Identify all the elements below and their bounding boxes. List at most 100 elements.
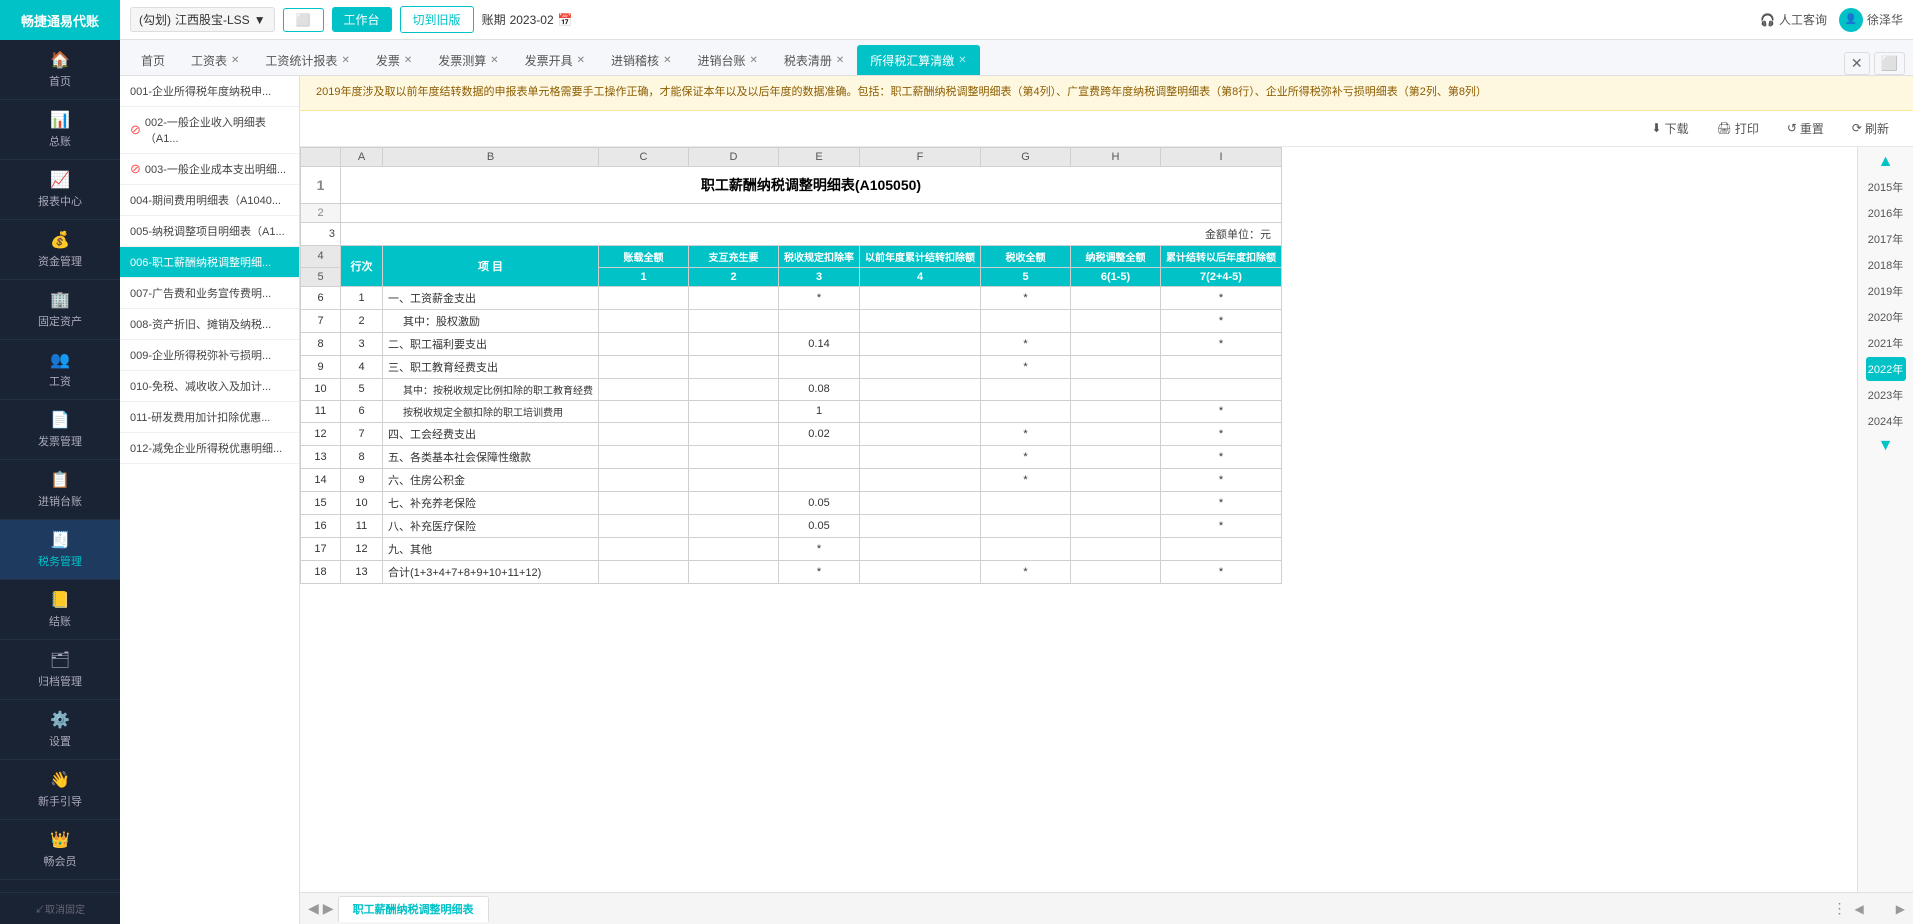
col-i-header-label: 累计结转以后年度扣除额 [1161,245,1282,267]
scroll-right-btn[interactable]: ▶ [323,900,334,917]
vip-icon: 👑 [50,830,70,850]
left-panel-item-003[interactable]: ⊘ 003-一般企业成本支出明细... [120,154,299,185]
left-panel-item-007[interactable]: 007-广告费和业务宣传费明... [120,278,299,309]
sheet-tab-main[interactable]: 职工薪酬纳税调整明细表 [338,896,489,922]
sidebar-item-newbie[interactable]: 👋 新手引导 [0,760,120,820]
left-panel-item-008[interactable]: 008-资产折旧、摊销及纳税... [120,309,299,340]
left-panel-item-010[interactable]: 010-免税、减收收入及加计... [120,371,299,402]
sidebar-item-ledger[interactable]: 📊 总账 [0,100,120,160]
left-panel-item-002[interactable]: ⊘ 002-一般企业收入明细表（A1... [120,107,299,154]
tab-close-icon[interactable]: ✕ [341,55,349,66]
col-item-header: 项 目 [383,245,599,286]
year-nav-up[interactable]: ▲ [1876,151,1896,173]
left-panel-item-001[interactable]: 001-企业所得税年度纳税申... [120,76,299,107]
row-5-num: 5 [301,267,341,286]
sidebar-item-purchase-sales[interactable]: 📋 进销台账 [0,460,120,520]
year-2018[interactable]: 2018年 [1866,253,1906,277]
tab-income-tax[interactable]: 所得税汇算清缴 ✕ [857,45,979,75]
workspace-btn[interactable]: 工作台 [332,7,392,32]
left-panel-item-004[interactable]: 004-期间费用明细表（A1040... [120,185,299,216]
left-panel: 001-企业所得税年度纳税申... ⊘ 002-一般企业收入明细表（A1... … [120,76,300,924]
sidebar-item-payroll[interactable]: 👥 工资 [0,340,120,400]
table-row: 12 7 四、工会经费支出 0.02 * * [301,422,1282,445]
print-btn[interactable]: 🖨 打印 [1709,117,1767,140]
year-2021[interactable]: 2021年 [1866,331,1906,355]
tab-close-icon[interactable]: ✕ [958,55,966,66]
left-panel-item-006[interactable]: 006-职工薪酬纳税调整明细... [120,247,299,278]
year-2019[interactable]: 2019年 [1866,279,1906,303]
sheet-main[interactable]: A B C D E F G H I 1 职 [300,147,1857,892]
tab-close-icon[interactable]: ✕ [404,55,412,66]
download-btn[interactable]: ⬇ 下载 [1644,117,1697,140]
row-3-num: 3 [301,222,341,245]
payroll-icon: 👥 [50,350,70,370]
tab-close-icon[interactable]: ✕ [749,55,757,66]
close-icon: 📒 [50,590,70,610]
tabbar-actions: ✕ ⬜ [1844,52,1913,75]
sidebar-item-home[interactable]: 🏠 首页 [0,40,120,100]
tab-tax-summary[interactable]: 税表清册 ✕ [771,45,857,75]
col-h-header-label: 纳税调整全额 [1071,245,1161,267]
sidebar-item-invoice[interactable]: 📄 发票管理 [0,400,120,460]
year-2016[interactable]: 2016年 [1866,201,1906,225]
sheet-title: 职工薪酬纳税调整明细表(A105050) [341,166,1282,203]
sidebar-item-vip[interactable]: 👑 畅会员 [0,820,120,880]
print-icon: 🖨 [1717,121,1732,135]
year-nav-down[interactable]: ▼ [1876,435,1896,457]
scroll-left-btn[interactable]: ◀ [308,900,319,917]
sheet-bottom: ◀ ▶ 职工薪酬纳税调整明细表 ⋮ ◀ ▶ [300,892,1913,924]
row-corner [301,147,341,166]
more-icon[interactable]: ⋮ [1833,900,1847,917]
copy-btn[interactable]: ⬜ [283,8,324,32]
year-2022[interactable]: 2022年 [1866,357,1906,381]
tab-close-icon[interactable]: ✕ [663,55,671,66]
reset-label: 重置 [1800,120,1824,137]
table-row: 17 12 九、其他 * [301,537,1282,560]
tab-close-icon[interactable]: ✕ [490,55,498,66]
sidebar-item-close[interactable]: 📒 结账 [0,580,120,640]
sidebar-item-assets[interactable]: 🏢 固定资产 [0,280,120,340]
print-label: 打印 [1735,120,1759,137]
reset-icon: ↺ [1787,121,1797,135]
tab-maximize-btn[interactable]: ⬜ [1874,52,1905,75]
calendar-icon[interactable]: 📅 [558,13,573,27]
support-btn[interactable]: 🎧 人工客询 [1760,11,1827,28]
left-panel-item-012[interactable]: 012-减免企业所得税优惠明细... [120,433,299,464]
home-icon: 🏠 [50,50,70,70]
tab-invoice-calc[interactable]: 发票测算 ✕ [425,45,511,75]
sidebar-item-archive[interactable]: 🗂 归档管理 [0,640,120,700]
year-2015[interactable]: 2015年 [1866,175,1906,199]
year-2024[interactable]: 2024年 [1866,409,1906,433]
tab-payroll[interactable]: 工资表 ✕ [178,45,252,75]
sidebar-item-funds[interactable]: 💰 资金管理 [0,220,120,280]
refresh-btn[interactable]: ⟳ 刷新 [1844,117,1897,140]
reports-icon: 📈 [50,170,70,190]
left-panel-item-011[interactable]: 011-研发费用加计扣除优惠... [120,402,299,433]
tab-purchase-check[interactable]: 进销稽核 ✕ [598,45,684,75]
left-panel-item-005[interactable]: 005-纳税调整项目明细表（A1... [120,216,299,247]
tab-invoice[interactable]: 发票 ✕ [363,45,425,75]
switch-btn[interactable]: 切到旧版 [400,6,474,33]
item-label: 010-免税、减收收入及加计... [130,378,271,394]
tab-payroll-stats[interactable]: 工资统计报表 ✕ [252,45,362,75]
tab-close-icon[interactable]: ✕ [577,55,585,66]
tab-close-all-btn[interactable]: ✕ [1844,52,1870,75]
reset-btn[interactable]: ↺ 重置 [1779,117,1832,140]
item-label: 007-广告费和业务宣传费明... [130,285,271,301]
spreadsheet: A B C D E F G H I 1 职 [300,147,1282,584]
sidebar-item-reports[interactable]: 📈 报表中心 [0,160,120,220]
tab-close-icon[interactable]: ✕ [836,55,844,66]
sidebar-item-tax[interactable]: 🧾 税务管理 [0,520,120,580]
year-2020[interactable]: 2020年 [1866,305,1906,329]
left-panel-item-009[interactable]: 009-企业所得税弥补亏损明... [120,340,299,371]
cancel-fixed[interactable]: ↙取消固定 [0,892,120,924]
tab-purchase-ledger[interactable]: 进销台账 ✕ [684,45,770,75]
tab-invoice-open[interactable]: 发票开具 ✕ [512,45,598,75]
tab-home[interactable]: 首页 [128,45,178,75]
sidebar-item-settings[interactable]: ⚙️ 设置 [0,700,120,760]
user-menu[interactable]: 👤 徐泽华 [1839,8,1903,32]
tab-close-icon[interactable]: ✕ [231,55,239,66]
year-2017[interactable]: 2017年 [1866,227,1906,251]
company-selector[interactable]: (勾划) 江西股宝-LSS ▼ [130,7,275,32]
year-2023[interactable]: 2023年 [1866,383,1906,407]
